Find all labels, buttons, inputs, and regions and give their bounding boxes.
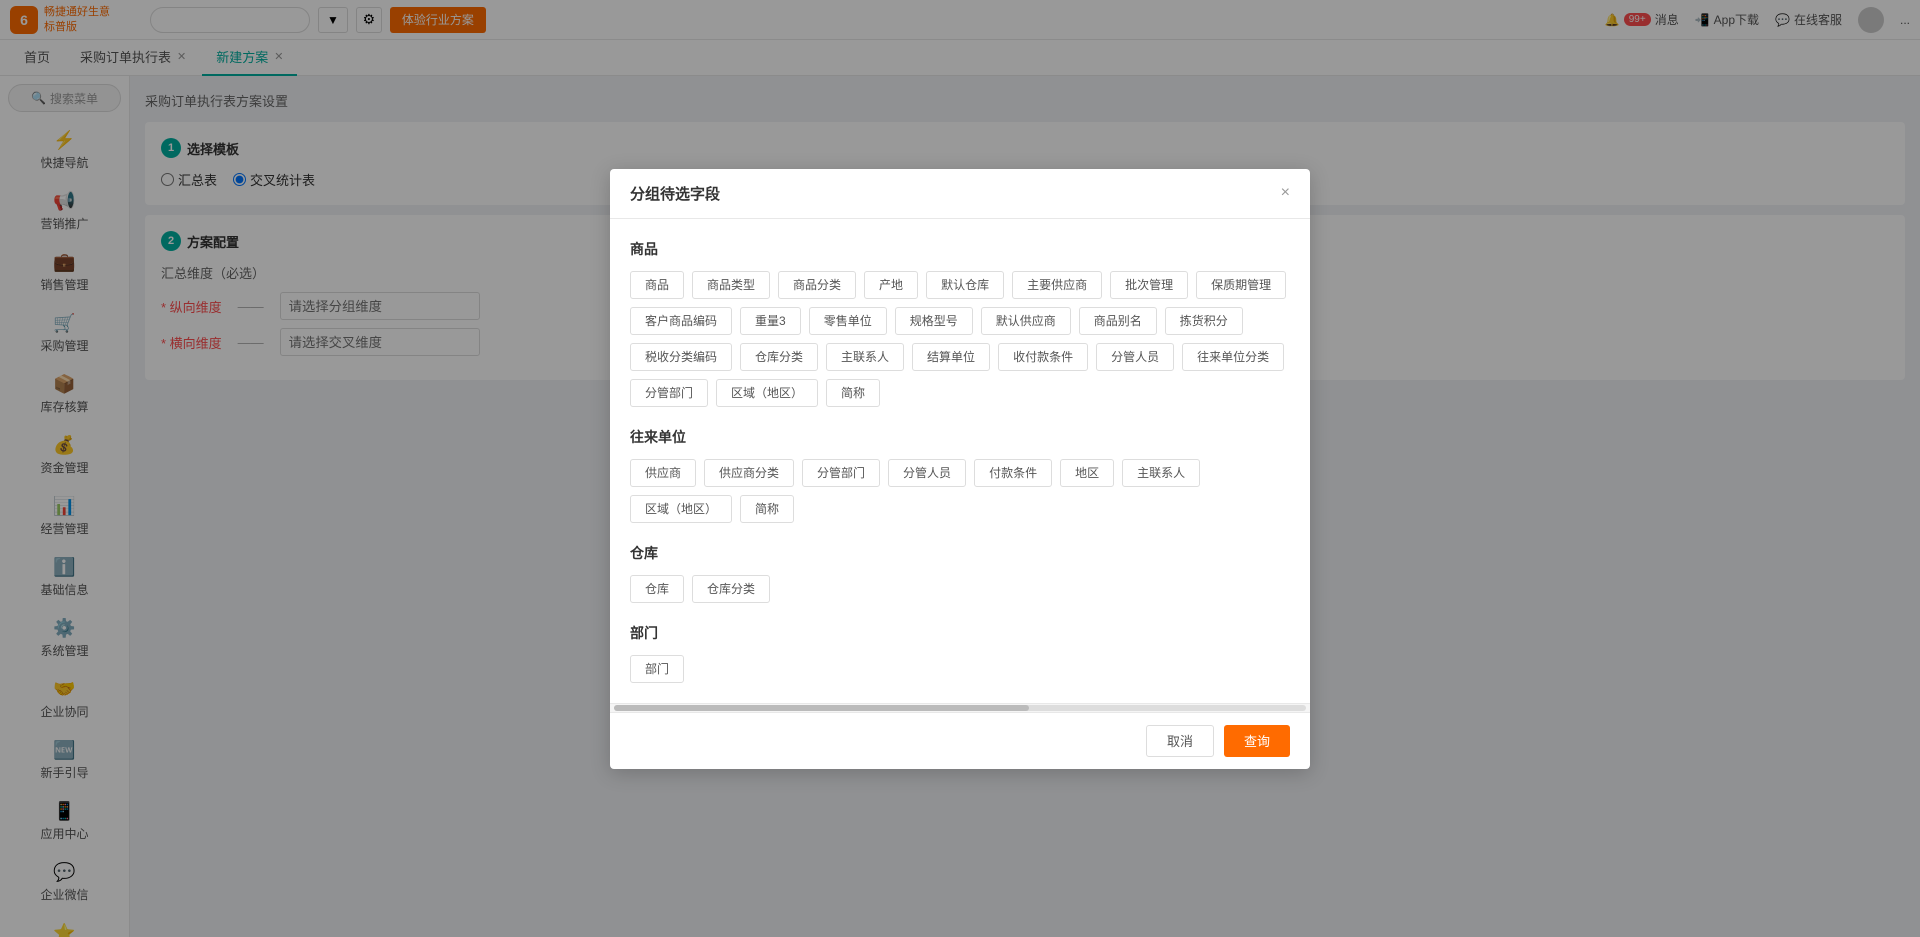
field-tag[interactable]: 供应商分类 — [704, 459, 794, 487]
section-partner-tags: 供应商 供应商分类 分管部门 分管人员 付款条件 地区 主联系人 区域（地区） … — [630, 459, 1290, 523]
field-tag[interactable]: 分管部门 — [802, 459, 880, 487]
field-tag[interactable]: 简称 — [826, 379, 880, 407]
field-tag[interactable]: 简称 — [740, 495, 794, 523]
confirm-button[interactable]: 查询 — [1224, 725, 1290, 757]
section-department: 部门 部门 — [630, 623, 1290, 683]
field-tag[interactable]: 主联系人 — [1122, 459, 1200, 487]
modal-header: 分组待选字段 × — [610, 169, 1310, 219]
section-department-tags: 部门 — [630, 655, 1290, 683]
field-tag[interactable]: 分管人员 — [888, 459, 966, 487]
field-tag[interactable]: 仓库分类 — [692, 575, 770, 603]
field-tag[interactable]: 仓库分类 — [740, 343, 818, 371]
field-tag[interactable]: 仓库 — [630, 575, 684, 603]
modal-body: 商品 商品 商品类型 商品分类 产地 默认仓库 主要供应商 批次管理 保质期管理… — [610, 219, 1310, 704]
field-tag[interactable]: 结算单位 — [912, 343, 990, 371]
field-tag[interactable]: 主联系人 — [826, 343, 904, 371]
field-tag[interactable]: 商品 — [630, 271, 684, 299]
field-tag[interactable]: 供应商 — [630, 459, 696, 487]
field-tag[interactable]: 产地 — [864, 271, 918, 299]
field-tag[interactable]: 重量3 — [740, 307, 801, 335]
section-warehouse-tags: 仓库 仓库分类 — [630, 575, 1290, 603]
field-tag[interactable]: 往来单位分类 — [1182, 343, 1284, 371]
section-partner: 往来单位 供应商 供应商分类 分管部门 分管人员 付款条件 地区 主联系人 区域… — [630, 427, 1290, 523]
field-tag[interactable]: 区域（地区） — [630, 495, 732, 523]
field-tag[interactable]: 客户商品编码 — [630, 307, 732, 335]
field-tag[interactable]: 默认供应商 — [981, 307, 1071, 335]
cancel-button[interactable]: 取消 — [1146, 725, 1214, 757]
field-tag[interactable]: 分管人员 — [1096, 343, 1174, 371]
modal-title: 分组待选字段 — [630, 183, 720, 204]
modal-overlay: 分组待选字段 × 商品 商品 商品类型 商品分类 产地 默认仓库 主要供应商 批… — [0, 0, 1920, 937]
field-tag[interactable]: 部门 — [630, 655, 684, 683]
modal-horizontal-scrollbar[interactable] — [610, 703, 1310, 711]
field-tag[interactable]: 主要供应商 — [1012, 271, 1102, 299]
section-warehouse-title: 仓库 — [630, 543, 1290, 563]
field-tag[interactable]: 付款条件 — [974, 459, 1052, 487]
field-tag[interactable]: 规格型号 — [895, 307, 973, 335]
field-tag[interactable]: 商品类型 — [692, 271, 770, 299]
field-tag[interactable]: 批次管理 — [1110, 271, 1188, 299]
section-department-title: 部门 — [630, 623, 1290, 643]
section-partner-title: 往来单位 — [630, 427, 1290, 447]
modal-dialog: 分组待选字段 × 商品 商品 商品类型 商品分类 产地 默认仓库 主要供应商 批… — [610, 169, 1310, 769]
field-tag[interactable]: 地区 — [1060, 459, 1114, 487]
section-goods: 商品 商品 商品类型 商品分类 产地 默认仓库 主要供应商 批次管理 保质期管理… — [630, 239, 1290, 407]
field-tag[interactable]: 默认仓库 — [926, 271, 1004, 299]
field-tag[interactable]: 保质期管理 — [1196, 271, 1286, 299]
field-tag[interactable]: 零售单位 — [809, 307, 887, 335]
modal-footer: 取消 查询 — [610, 712, 1310, 769]
field-tag[interactable]: 拣货积分 — [1165, 307, 1243, 335]
section-goods-tags: 商品 商品类型 商品分类 产地 默认仓库 主要供应商 批次管理 保质期管理 客户… — [630, 271, 1290, 407]
field-tag[interactable]: 商品别名 — [1079, 307, 1157, 335]
section-warehouse: 仓库 仓库 仓库分类 — [630, 543, 1290, 603]
field-tag[interactable]: 区域（地区） — [716, 379, 818, 407]
field-tag[interactable]: 税收分类编码 — [630, 343, 732, 371]
field-tag[interactable]: 商品分类 — [778, 271, 856, 299]
section-goods-title: 商品 — [630, 239, 1290, 259]
field-tag[interactable]: 收付款条件 — [998, 343, 1088, 371]
modal-close-button[interactable]: × — [1281, 185, 1290, 201]
field-tag[interactable]: 分管部门 — [630, 379, 708, 407]
